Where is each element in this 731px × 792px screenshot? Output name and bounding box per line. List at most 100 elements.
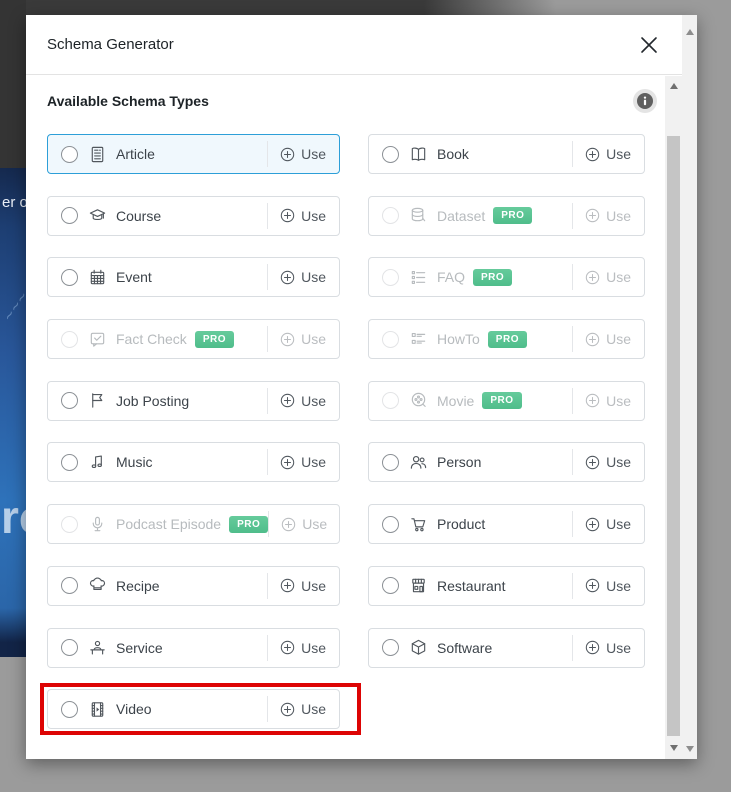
row-actions: Use xyxy=(572,511,644,538)
use-button[interactable]: Use xyxy=(269,516,340,532)
schema-type-job-posting[interactable]: Job Posting Use xyxy=(47,380,340,421)
plus-circle-icon xyxy=(280,332,295,346)
radio-button[interactable] xyxy=(61,700,78,718)
content-scrollbar[interactable] xyxy=(665,76,682,759)
schema-type-course[interactable]: Course Use xyxy=(47,195,340,236)
use-button[interactable]: Use xyxy=(573,269,644,285)
schema-type-label: Person xyxy=(437,454,482,471)
use-button[interactable]: Use xyxy=(573,208,644,224)
use-button[interactable]: Use xyxy=(573,578,644,594)
scroll-up-icon[interactable] xyxy=(669,83,678,89)
info-icon[interactable] xyxy=(633,89,657,113)
use-button[interactable]: Use xyxy=(268,269,339,285)
use-button-label: Use xyxy=(606,331,631,348)
use-button[interactable]: Use xyxy=(573,146,644,162)
restaurant-icon xyxy=(409,576,428,595)
radio-button[interactable] xyxy=(61,639,78,656)
schema-type-faq[interactable]: FAQ PRO Use xyxy=(368,257,645,298)
radio-button[interactable] xyxy=(382,577,399,595)
row-actions: Use xyxy=(267,634,339,661)
radio-button[interactable] xyxy=(382,145,399,163)
info-glyph xyxy=(637,93,653,109)
radio-button[interactable] xyxy=(61,145,78,163)
use-button[interactable]: Use xyxy=(573,331,644,347)
schema-type-restaurant[interactable]: Restaurant Use xyxy=(368,565,645,606)
close-button[interactable] xyxy=(638,34,660,56)
use-button[interactable]: Use xyxy=(573,640,644,656)
use-button-label: Use xyxy=(302,516,328,533)
schema-type-service[interactable]: Service Use xyxy=(47,627,340,668)
row-actions: Use xyxy=(267,449,339,476)
radio-button[interactable] xyxy=(61,453,78,471)
radio-button[interactable] xyxy=(61,515,78,533)
schema-type-label: Event xyxy=(116,269,152,286)
radio-button[interactable] xyxy=(382,392,399,410)
use-button-label: Use xyxy=(606,207,631,224)
row-actions: Use xyxy=(572,202,644,229)
schema-generator-dialog: Schema Generator Available Schema Types xyxy=(26,15,697,759)
radio-button[interactable] xyxy=(61,268,78,286)
use-button[interactable]: Use xyxy=(268,454,339,470)
schema-grid-column-left: Article Use Course Use Event Use Fact Ch… xyxy=(40,134,361,751)
schema-type-software[interactable]: Software Use xyxy=(368,627,645,668)
radio-button[interactable] xyxy=(61,577,78,595)
radio-button[interactable] xyxy=(382,453,399,471)
schema-type-howto[interactable]: HowTo PRO Use xyxy=(368,319,645,360)
use-button-label: Use xyxy=(301,701,326,718)
radio-button[interactable] xyxy=(61,330,78,348)
schema-type-movie[interactable]: Movie PRO Use xyxy=(368,380,645,421)
use-button[interactable]: Use xyxy=(573,516,644,532)
use-button[interactable]: Use xyxy=(573,454,644,470)
dialog-scroll-down-icon[interactable] xyxy=(685,746,694,752)
plus-circle-icon xyxy=(280,455,295,470)
schema-type-dataset[interactable]: Dataset PRO Use xyxy=(368,195,645,236)
use-button[interactable]: Use xyxy=(268,208,339,224)
plus-circle-icon xyxy=(280,640,295,655)
schema-type-article[interactable]: Article Use xyxy=(47,134,340,174)
radio-button[interactable] xyxy=(61,207,78,225)
use-button[interactable]: Use xyxy=(268,701,339,717)
schema-type-event[interactable]: Event Use xyxy=(47,257,340,298)
page-top-band xyxy=(0,0,731,15)
schema-type-music[interactable]: Music Use xyxy=(47,442,340,483)
plus-circle-icon xyxy=(280,579,295,593)
radio-button[interactable] xyxy=(382,268,399,286)
radio-button[interactable] xyxy=(382,639,399,656)
schema-type-label: Article xyxy=(116,146,155,162)
use-button[interactable]: Use xyxy=(268,640,339,656)
schema-type-video[interactable]: Video Use xyxy=(40,683,361,736)
row-actions: Use xyxy=(572,141,644,167)
radio-button[interactable] xyxy=(382,515,399,533)
radio-button[interactable] xyxy=(382,207,399,225)
dialog-scrollbar[interactable] xyxy=(682,15,697,759)
schema-type-product[interactable]: Product Use xyxy=(368,504,645,545)
schema-type-person[interactable]: Person Use xyxy=(368,442,645,483)
plus-circle-icon xyxy=(280,147,295,161)
use-button-label: Use xyxy=(606,639,631,656)
use-button[interactable]: Use xyxy=(268,146,339,162)
pro-badge: PRO xyxy=(229,515,269,533)
use-button[interactable]: Use xyxy=(268,331,339,347)
plus-circle-icon xyxy=(585,517,600,531)
software-icon xyxy=(409,638,428,657)
dialog-scroll-up-icon[interactable] xyxy=(685,29,694,35)
dialog-content: Available Schema Types Article Use Cours… xyxy=(26,76,682,759)
plus-circle-icon xyxy=(585,332,600,346)
use-button-label: Use xyxy=(606,454,631,471)
use-button[interactable]: Use xyxy=(268,578,339,594)
schema-type-book[interactable]: Book Use xyxy=(368,134,645,174)
schema-type-podcast-episode[interactable]: Podcast Episode PRO Use xyxy=(47,504,340,545)
row-actions: Use xyxy=(267,326,339,353)
use-button[interactable]: Use xyxy=(268,393,339,409)
schema-type-label: Fact Check xyxy=(116,331,187,348)
use-button[interactable]: Use xyxy=(573,393,644,409)
row-actions: Use xyxy=(267,696,339,723)
pro-badge: PRO xyxy=(473,268,513,286)
schema-type-fact-check[interactable]: Fact Check PRO Use xyxy=(47,319,340,360)
content-scrollbar-thumb[interactable] xyxy=(667,136,680,736)
radio-button[interactable] xyxy=(382,330,399,348)
radio-button[interactable] xyxy=(61,392,78,410)
pro-badge: PRO xyxy=(487,330,527,348)
scroll-down-icon[interactable] xyxy=(669,745,678,751)
schema-type-recipe[interactable]: Recipe Use xyxy=(47,565,340,606)
